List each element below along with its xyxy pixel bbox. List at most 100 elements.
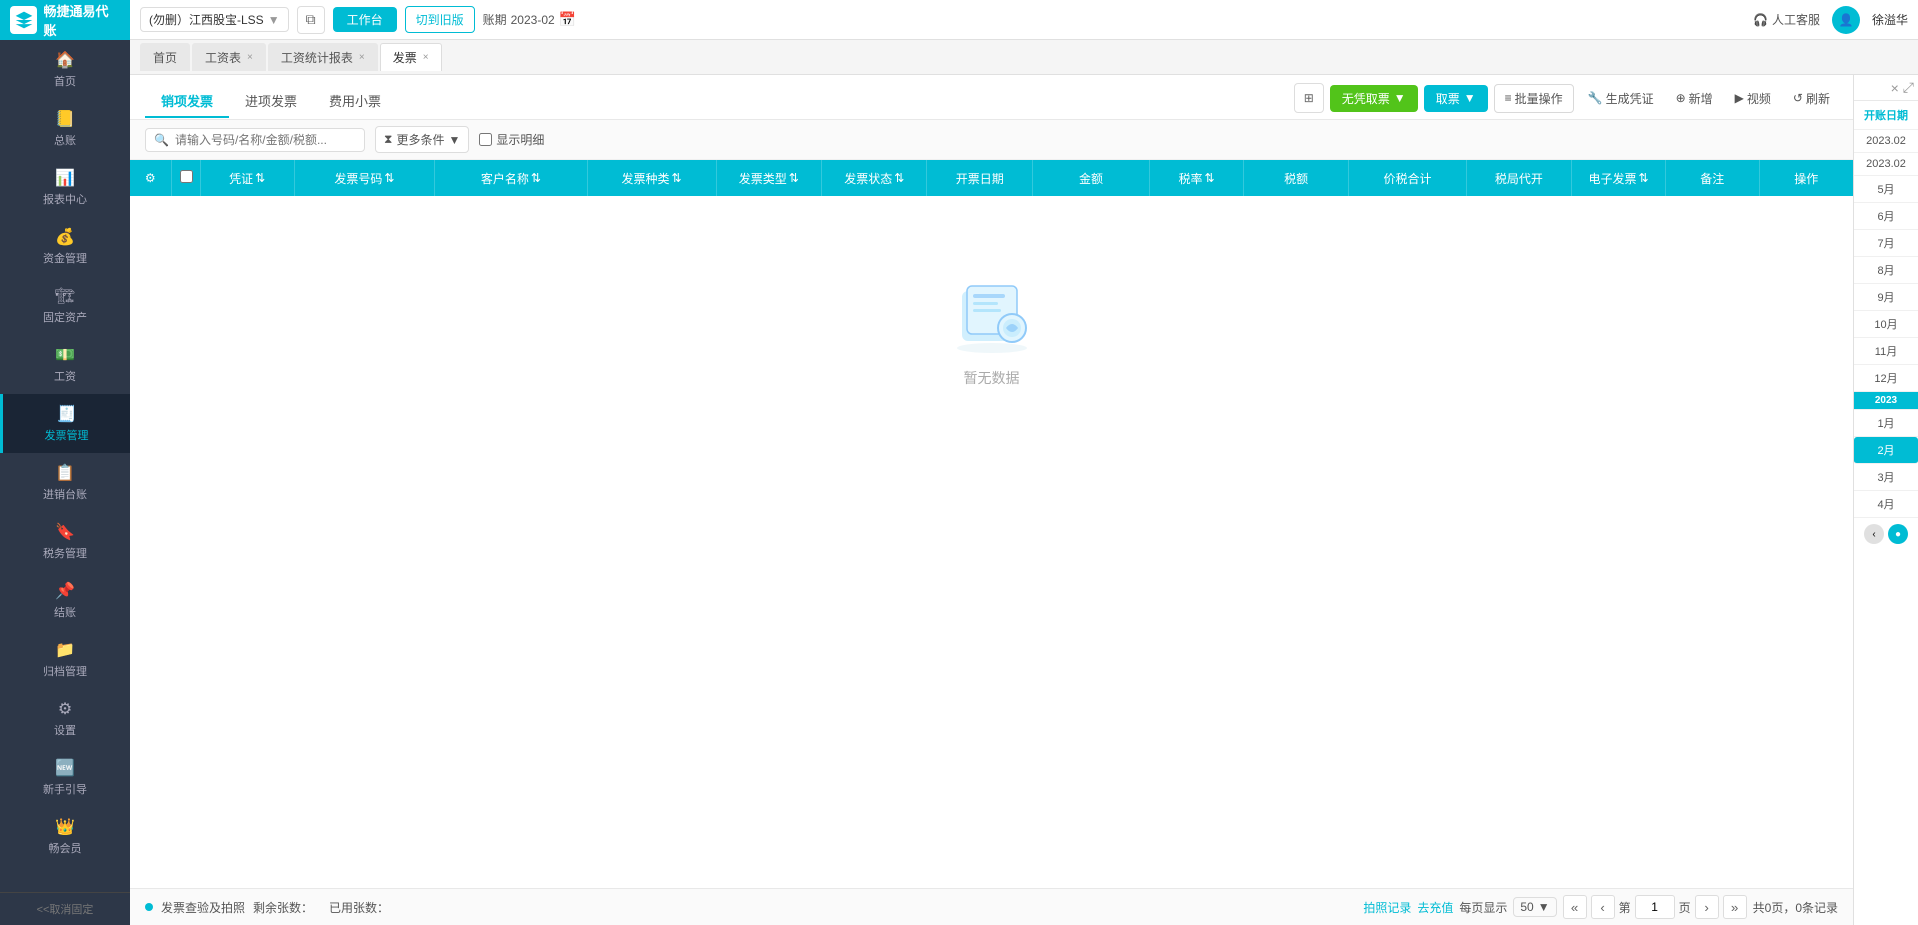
scroll-indicator[interactable]: ● (1888, 524, 1908, 544)
upload-record-link[interactable]: 拍照记录 (1363, 899, 1411, 916)
th-voucher[interactable]: 凭证 ⇅ (200, 160, 294, 196)
th-taxamt[interactable]: 价税合计 (1349, 160, 1466, 196)
th-invno[interactable]: 发票号码 ⇅ (294, 160, 435, 196)
sidebar-item-guide[interactable]: 🆕 新手引导 (0, 748, 130, 807)
sidebar-item-closing[interactable]: 📌 结账 (0, 571, 130, 630)
refresh-btn[interactable]: ↺ 刷新 (1785, 85, 1838, 112)
switch-version-button[interactable]: 切到旧版 (405, 6, 475, 33)
tab-close-icon[interactable]: × (247, 52, 253, 63)
details-checkbox[interactable] (479, 133, 492, 146)
date-item-10[interactable]: 10月 (1854, 311, 1918, 338)
sidebar-item-purchase[interactable]: 📋 进销台账 (0, 453, 130, 512)
sort-icon: ⇅ (894, 171, 904, 185)
gen-voucher-btn[interactable]: 🔧 生成凭证 (1580, 85, 1662, 112)
empty-state: 暂无数据 (130, 196, 1853, 468)
sidebar-item-invoice[interactable]: 🧾 发票管理 (0, 394, 130, 453)
sidebar-item-ledger[interactable]: 📒 总账 (0, 99, 130, 158)
th-tax[interactable]: 税额 (1243, 160, 1348, 196)
tab-salary-stat[interactable]: 工资统计报表 × (268, 43, 378, 71)
grid-icon[interactable]: ⊞ (1294, 83, 1324, 113)
period-open-btn[interactable]: 开账日期 (1854, 101, 1918, 130)
date-item-2023-02-top1[interactable]: 2023.02 (1854, 130, 1918, 153)
sidebar-pin-toggle[interactable]: <<取消固定 (0, 892, 130, 925)
first-page-btn[interactable]: « (1563, 895, 1587, 919)
date-item-2023-3[interactable]: 3月 (1854, 464, 1918, 491)
select-all-checkbox[interactable] (180, 170, 193, 183)
th-amount[interactable]: 金额 (1032, 160, 1149, 196)
show-details-checkbox[interactable]: 显示明细 (479, 131, 544, 148)
last-page-btn[interactable]: » (1723, 895, 1747, 919)
tab-salary[interactable]: 工资表 × (192, 43, 266, 71)
sub-tab-sales[interactable]: 销项发票 (145, 85, 229, 118)
th-taxrate[interactable]: 税率 ⇅ (1150, 160, 1244, 196)
tab-close-icon[interactable]: × (359, 52, 365, 63)
tab-home[interactable]: 首页 (140, 43, 190, 71)
th-invstatus[interactable]: 发票状态 ⇅ (821, 160, 926, 196)
page-size-select[interactable]: 50 ▼ (1513, 897, 1556, 917)
page-size-label: 每页显示 (1459, 899, 1507, 916)
sidebar-item-assets[interactable]: 🏗 固定资产 (0, 276, 130, 335)
prev-year-btn[interactable]: ‹ (1864, 524, 1884, 544)
th-cname[interactable]: 客户名称 ⇅ (435, 160, 587, 196)
logo-icon (10, 6, 37, 34)
page-input[interactable] (1635, 895, 1675, 919)
sidebar-item-archive[interactable]: 📁 归档管理 (0, 630, 130, 689)
expand-icon[interactable]: ⤢ (1903, 79, 1914, 96)
search-input[interactable] (175, 133, 355, 147)
sidebar-item-tax[interactable]: 🔖 税务管理 (0, 512, 130, 571)
used-label: 已用张数： (329, 899, 389, 916)
recharge-link[interactable]: 去充值 (1417, 899, 1453, 916)
next-page-btn[interactable]: › (1695, 895, 1719, 919)
date-item-2023-2[interactable]: 2月 (1854, 437, 1918, 464)
no-voucher-btn[interactable]: 无凭取票 ▼ (1330, 85, 1418, 112)
th-settings[interactable]: ⚙ (130, 160, 171, 196)
date-item-2023-4[interactable]: 4月 (1854, 491, 1918, 518)
sidebar-item-home[interactable]: 🏠 首页 (0, 40, 130, 99)
username[interactable]: 徐溢华 (1872, 11, 1908, 28)
date-item-2023-1[interactable]: 1月 (1854, 410, 1918, 437)
tab-invoice[interactable]: 发票 × (380, 43, 442, 71)
company-name: (勿删）江西股宝-LSS (149, 11, 264, 28)
sub-tab-expense[interactable]: 费用小票 (313, 85, 397, 118)
th-taxid[interactable]: 税局代开 (1466, 160, 1571, 196)
date-item-6[interactable]: 6月 (1854, 203, 1918, 230)
sidebar-item-label: 固定资产 (43, 309, 87, 325)
th-remark[interactable]: 备注 (1665, 160, 1759, 196)
sidebar-item-salary[interactable]: 💵 工资 (0, 335, 130, 394)
tab-label: 工资表 (205, 49, 241, 66)
search-box: 🔍 (145, 128, 365, 152)
sidebar-item-funds[interactable]: 💰 资金管理 (0, 217, 130, 276)
copy-button[interactable]: ⧉ (297, 6, 325, 34)
th-einv[interactable]: 电子发票 ⇅ (1572, 160, 1666, 196)
th-checkbox[interactable] (171, 160, 200, 196)
close-icon[interactable]: × (1891, 80, 1899, 96)
batch-ops-btn[interactable]: ≡ 批量操作 (1494, 84, 1574, 113)
date-item-5[interactable]: 5月 (1854, 176, 1918, 203)
workspace-button[interactable]: 工作台 (333, 7, 397, 32)
date-item-12[interactable]: 12月 (1854, 365, 1918, 392)
date-item-9[interactable]: 9月 (1854, 284, 1918, 311)
company-selector[interactable]: (勿删）江西股宝-LSS ▼ (140, 7, 289, 32)
support-button[interactable]: 🎧 人工客服 (1753, 11, 1820, 28)
top-header: (勿删）江西股宝-LSS ▼ ⧉ 工作台 切到旧版 账期 2023-02 📅 🎧… (130, 0, 1918, 40)
sidebar-item-settings[interactable]: ⚙ 设置 (0, 689, 130, 748)
sidebar-item-member[interactable]: 👑 畅会员 (0, 807, 130, 866)
sidebar-item-reports[interactable]: 📊 报表中心 (0, 158, 130, 217)
video-btn[interactable]: ▶ 视频 (1727, 85, 1779, 112)
th-invkind[interactable]: 发票类型 ⇅ (716, 160, 821, 196)
sort-icon: ⇅ (255, 171, 265, 185)
more-conditions-btn[interactable]: ⧗ 更多条件 ▼ (375, 126, 469, 153)
sub-tab-purchase[interactable]: 进项发票 (229, 85, 313, 118)
th-ops[interactable]: 操作 (1759, 160, 1853, 196)
new-btn[interactable]: ⊕ 新增 (1668, 85, 1721, 112)
date-item-11[interactable]: 11月 (1854, 338, 1918, 365)
page-size-value: 50 (1520, 900, 1533, 914)
th-date[interactable]: 开票日期 (927, 160, 1032, 196)
prev-page-btn[interactable]: ‹ (1591, 895, 1615, 919)
voucher-btn[interactable]: 取票 ▼ (1424, 85, 1488, 112)
date-item-7[interactable]: 7月 (1854, 230, 1918, 257)
date-item-8[interactable]: 8月 (1854, 257, 1918, 284)
tab-close-icon[interactable]: × (423, 52, 429, 63)
date-item-2023-02-top2[interactable]: 2023.02 (1854, 153, 1918, 176)
th-invtype[interactable]: 发票种类 ⇅ (587, 160, 716, 196)
